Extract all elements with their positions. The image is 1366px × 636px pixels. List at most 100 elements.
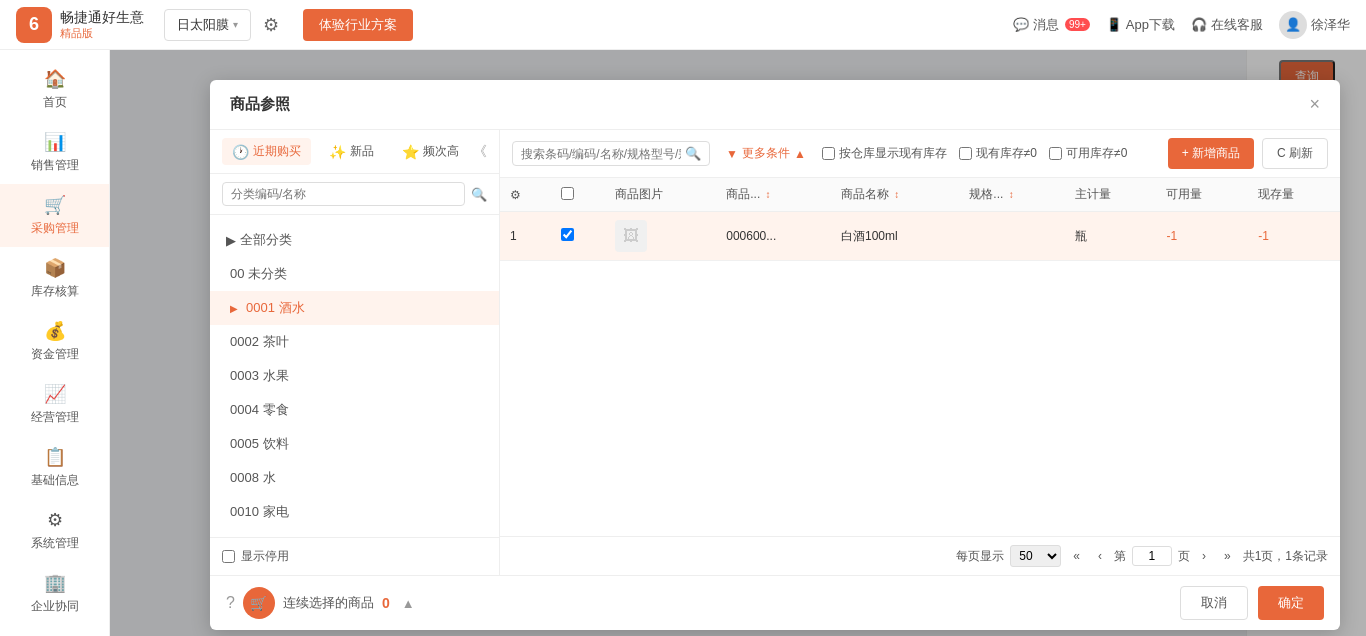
confirm-button[interactable]: 确定 (1258, 586, 1324, 620)
cat-tab-new-label: 新品 (350, 143, 374, 160)
product-modal: 商品参照 × 🕐 近期购买 ✨ 新 (210, 80, 1340, 630)
expand-icon: ▶ (226, 233, 236, 248)
branch-name: 日太阳膜 (177, 16, 229, 34)
checkbox-available-nonzero-label: 可用库存≠0 (1066, 145, 1127, 162)
row-spec (959, 212, 1064, 261)
cat-tab-new[interactable]: ✨ 新品 (319, 138, 384, 165)
sidebar-item-operations[interactable]: 📈 经营管理 (0, 373, 109, 436)
col-unit: 主计量 (1065, 178, 1157, 212)
sidebar-item-basic-info[interactable]: 📋 基础信息 (0, 436, 109, 499)
last-page-button[interactable]: » (1218, 547, 1237, 565)
show-disabled-checkbox[interactable]: 显示停用 (222, 548, 487, 565)
message-icon: 💬 (1013, 17, 1029, 32)
sidebar-label-purchase: 采购管理 (31, 220, 79, 237)
first-page-button[interactable]: « (1067, 547, 1086, 565)
sidebar-item-purchase[interactable]: 🛒 采购管理 (0, 184, 109, 247)
product-search-input[interactable] (521, 147, 681, 161)
row-checkbox[interactable] (551, 212, 605, 261)
sidebar-item-finance[interactable]: 💰 资金管理 (0, 310, 109, 373)
main-content: 查询 设置 刷新 商品参照 × 🕐 (110, 50, 1366, 636)
prev-page-button[interactable]: ‹ (1092, 547, 1108, 565)
cat-item-appliance[interactable]: 0010 家电 (210, 495, 499, 529)
product-table-container: ⚙ 商品图片 商品... ↕ 商品名称 ↕ 规格... ↕ 主计量 可用量 现存… (500, 178, 1340, 536)
cat-tab-frequent[interactable]: ⭐ 频次高 (392, 138, 469, 165)
app-sub: 精品版 (60, 26, 144, 41)
page-suffix: 页 (1178, 548, 1190, 565)
cat-search-icon[interactable]: 🔍 (471, 187, 487, 202)
sidebar-label-home: 首页 (43, 94, 67, 111)
cancel-button[interactable]: 取消 (1180, 586, 1248, 620)
filter-arrow-icon: ▲ (794, 147, 806, 161)
checkbox-available-nonzero[interactable]: 可用库存≠0 (1049, 145, 1127, 162)
col-code[interactable]: 商品... ↕ (716, 178, 831, 212)
cat-tab-recent-label: 近期购买 (253, 143, 301, 160)
row-name: 白酒100ml (831, 212, 959, 261)
sidebar-item-system[interactable]: ⚙ 系统管理 (0, 499, 109, 562)
product-search-box: 🔍 (512, 141, 710, 166)
show-disabled-input[interactable] (222, 550, 235, 563)
user-profile[interactable]: 👤 徐泽华 (1279, 11, 1350, 39)
sidebar-item-guide[interactable]: 🔰 新手引导 (0, 625, 109, 636)
cat-tab-recent[interactable]: 🕐 近期购买 (222, 138, 311, 165)
page-number-input[interactable] (1132, 546, 1172, 566)
filter-button[interactable]: ▼ 更多条件 ▲ (718, 141, 814, 166)
table-row[interactable]: 1 🖼 000600... 白酒100ml 瓶 -1 (500, 212, 1340, 261)
search-icon[interactable]: 🔍 (685, 146, 701, 161)
checkbox-warehouse[interactable]: 按仓库显示现有库存 (822, 145, 947, 162)
modal-close-button[interactable]: × (1309, 94, 1320, 115)
cat-item-all[interactable]: ▶ 全部分类 (210, 223, 499, 257)
checkbox-stock-nonzero[interactable]: 现有库存≠0 (959, 145, 1037, 162)
gear-icon[interactable]: ⚙ (263, 14, 279, 36)
cat-item-drinks[interactable]: 0005 饮料 (210, 427, 499, 461)
app-download-label: App下载 (1126, 16, 1175, 34)
app-download-button[interactable]: 📱 App下载 (1106, 16, 1175, 34)
select-all-checkbox[interactable] (561, 187, 574, 200)
next-page-button[interactable]: › (1196, 547, 1212, 565)
trial-button[interactable]: 体验行业方案 (303, 9, 413, 41)
cat-item-water[interactable]: 0008 水 (210, 461, 499, 495)
filter-icon: ▼ (726, 147, 738, 161)
messages-button[interactable]: 💬 消息 99+ (1013, 16, 1090, 34)
cat-search-input[interactable] (222, 182, 465, 206)
finance-icon: 💰 (44, 320, 66, 342)
nav-right: 💬 消息 99+ 📱 App下载 🎧 在线客服 👤 徐泽华 (1013, 11, 1350, 39)
logo: 6 畅捷通好生意 精品版 (16, 7, 144, 43)
row-code: 000600... (716, 212, 831, 261)
collapse-icon[interactable]: 《 (473, 143, 487, 161)
cat-item-alcohol[interactable]: ▶ 0001 酒水 (210, 291, 499, 325)
new-icon: ✨ (329, 144, 346, 160)
col-settings[interactable]: ⚙ (500, 178, 551, 212)
row-select-checkbox[interactable] (561, 228, 574, 241)
cart-icon[interactable]: 🛒 (243, 587, 275, 619)
branch-selector[interactable]: 日太阳膜 ▾ (164, 9, 251, 41)
cart-collapse-icon[interactable]: ▲ (402, 596, 415, 611)
cat-item-snacks[interactable]: 0004 零食 (210, 393, 499, 427)
col-image: 商品图片 (605, 178, 716, 212)
row-stock: -1 (1248, 212, 1340, 261)
messages-badge: 99+ (1065, 18, 1090, 31)
refresh-button[interactable]: C 刷新 (1262, 138, 1328, 169)
checkbox-stock-nonzero-input[interactable] (959, 147, 972, 160)
col-spec[interactable]: 规格... ↕ (959, 178, 1064, 212)
cat-item-tea[interactable]: 0002 茶叶 (210, 325, 499, 359)
cat-item-uncategorized[interactable]: 00 未分类 (210, 257, 499, 291)
cat-item-drinks-label: 0005 饮料 (230, 435, 289, 453)
sidebar-item-enterprise[interactable]: 🏢 企业协同 (0, 562, 109, 625)
online-service-button[interactable]: 🎧 在线客服 (1191, 16, 1263, 34)
footer-buttons: 取消 确定 (1180, 586, 1324, 620)
sidebar: 🏠 首页 📊 销售管理 🛒 采购管理 📦 库存核算 💰 资金管理 📈 经营管理 … (0, 50, 110, 636)
product-actions: + 新增商品 C 刷新 (1168, 138, 1328, 169)
add-product-button[interactable]: + 新增商品 (1168, 138, 1254, 169)
sidebar-item-inventory[interactable]: 📦 库存核算 (0, 247, 109, 310)
checkbox-available-nonzero-input[interactable] (1049, 147, 1062, 160)
sidebar-item-home[interactable]: 🏠 首页 (0, 58, 109, 121)
help-icon[interactable]: ? (226, 594, 235, 612)
checkbox-warehouse-input[interactable] (822, 147, 835, 160)
pagination: 每页显示 50 20 100 « ‹ 第 页 › » 共1页，1条记录 (500, 536, 1340, 575)
modal-header: 商品参照 × (210, 80, 1340, 130)
per-page-select[interactable]: 50 20 100 (1010, 545, 1061, 567)
sidebar-item-sales[interactable]: 📊 销售管理 (0, 121, 109, 184)
cat-item-fruit[interactable]: 0003 水果 (210, 359, 499, 393)
col-name[interactable]: 商品名称 ↕ (831, 178, 959, 212)
col-available: 可用量 (1156, 178, 1248, 212)
